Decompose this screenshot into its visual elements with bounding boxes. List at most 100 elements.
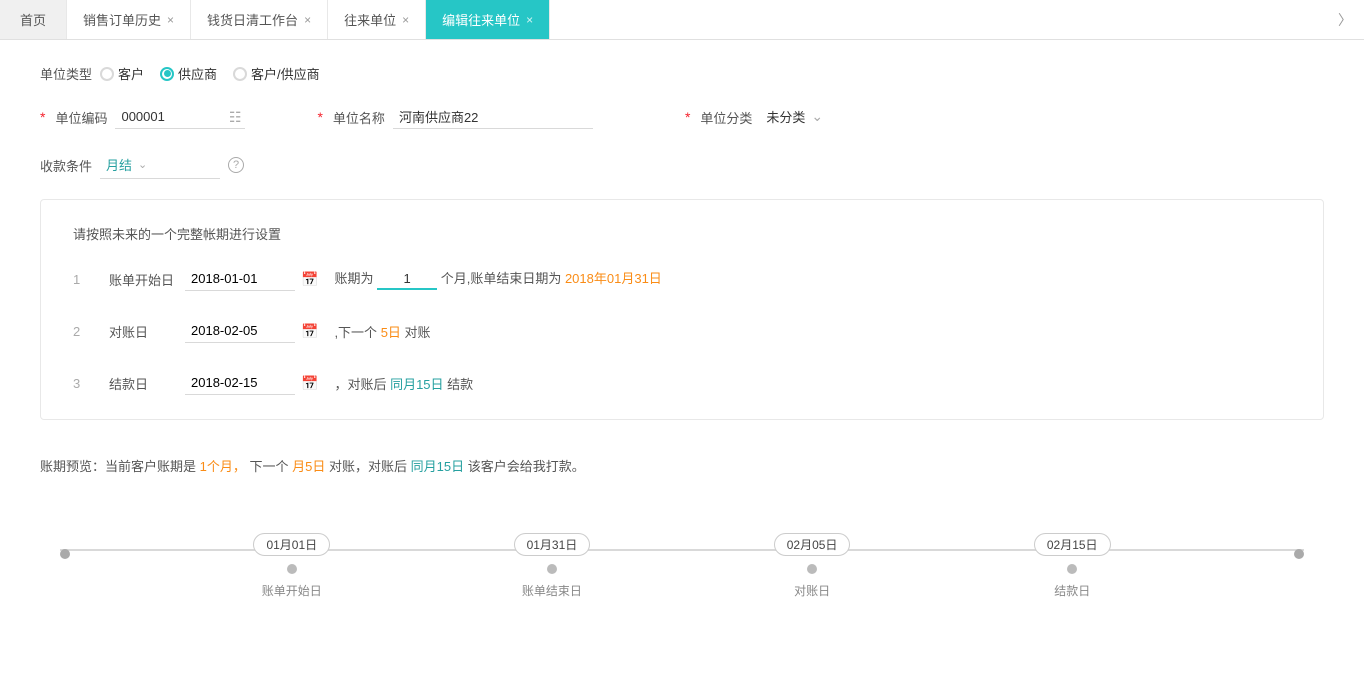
period-label: 账期为 [334,271,373,286]
main-content: 单位类型 客户 供应商 客户/供应商 * 单位编码 [0,40,1364,673]
payment-highlight: 同月15日 [390,377,443,392]
unit-category-field: * 单位分类 未分类 ⌄ [685,103,880,131]
unit-category-value: 未分类 [766,107,805,126]
setting-desc-1: 账期为 个月,账单结束日期为 2018年01月31日 [334,268,661,290]
timeline-node-3: 02月05日 对账日 [774,533,851,599]
timeline-node-1: 01月01日 账单开始日 [253,533,330,599]
close-tab-edit-partner[interactable]: × [526,13,533,27]
setting-desc-2: ,下一个 5日 对账 [334,322,430,341]
settings-card: 请按照未来的一个完整帐期进行设置 1 账单开始日 📅 账期为 个月,账单结束日期… [40,199,1324,420]
reconcile-date-input: 📅 [185,319,318,343]
unit-code-icon[interactable]: ☷ [229,109,242,126]
preview-period: 1个月， [200,459,246,474]
timeline-start-dot [60,549,70,599]
reconcile-suffix: 对账 [405,325,431,340]
unit-code-input-wrap: ☷ [115,105,245,129]
payment-terms-row: 收款条件 月结 ⌄ ? [40,151,1324,179]
unit-name-field: * 单位名称 [317,105,592,129]
setting-row-3: 3 结款日 📅 ，对账后 同月15日 结款 [73,371,1291,395]
timeline-caption-1: 账单开始日 [262,582,322,599]
start-date-value[interactable] [185,267,295,291]
timeline-dot-1 [287,564,297,574]
end-date-highlight: 2018年01月31日 [565,271,662,286]
start-date-input: 📅 [185,267,318,291]
start-date-calendar-icon[interactable]: 📅 [301,271,318,288]
radio-circle-customer [100,67,114,81]
setting-num-1: 1 [73,272,93,287]
setting-label-2: 对账日 [109,322,169,341]
unit-category-required: * [685,109,690,125]
tab-edit-partner[interactable]: 编辑往来单位 × [426,0,550,39]
setting-label-1: 账单开始日 [109,270,169,289]
tab-cash-reconciliation[interactable]: 钱货日清工作台 × [191,0,328,39]
preview-section: 账期预览：当前客户账期是 1个月， 下一个 月5日 对账，对账后 同月15日 该… [40,440,1324,649]
reconcile-date-calendar-icon[interactable]: 📅 [301,323,318,340]
preview-text: 账期预览：当前客户账期是 1个月， 下一个 月5日 对账，对账后 同月15日 该… [40,456,1324,475]
tab-home[interactable]: 首页 [0,0,67,39]
preview-prefix: 账期预览：当前客户账期是 [40,459,196,474]
tab-sales-history[interactable]: 销售订单历史 × [67,0,191,39]
radio-label-customer: 客户 [118,64,144,83]
setting-num-2: 2 [73,324,93,339]
timeline-dot-4 [1067,564,1077,574]
payment-terms-help-icon[interactable]: ? [228,157,244,173]
payment-terms-label: 收款条件 [40,156,92,175]
radio-customer-supplier[interactable]: 客户/供应商 [233,64,320,83]
timeline-badge-1: 01月01日 [253,533,330,556]
radio-customer[interactable]: 客户 [100,64,144,83]
period-suffix: 个月,账单结束日期为 [441,271,562,286]
unit-code-field: * 单位编码 ☷ [40,105,245,129]
timeline-dot-3 [807,564,817,574]
unit-code-input[interactable] [115,105,245,129]
radio-circle-supplier [160,67,174,81]
radio-label-customer-supplier: 客户/供应商 [251,64,320,83]
close-tab-partner-units[interactable]: × [402,13,409,27]
timeline-badge-4: 02月15日 [1034,533,1111,556]
setting-row-1: 1 账单开始日 📅 账期为 个月,账单结束日期为 2018年01月31日 [73,267,1291,291]
timeline-end-circle [1294,549,1304,559]
timeline-end-dot [1294,549,1304,599]
settings-card-title: 请按照未来的一个完整帐期进行设置 [73,224,1291,243]
unit-category-label: 单位分类 [700,108,752,127]
unit-info-row: * 单位编码 ☷ * 单位名称 * 单位分类 未分类 ⌄ [40,103,1324,131]
payment-terms-select[interactable]: 月结 ⌄ [100,151,220,179]
unit-type-row: 单位类型 客户 供应商 客户/供应商 [40,64,1324,83]
tab-partner-units[interactable]: 往来单位 × [328,0,426,39]
tab-expand-icon[interactable]: 〉 [1326,0,1364,39]
unit-name-required: * [317,109,322,125]
timeline-node-2: 01月31日 账单结束日 [514,533,591,599]
payment-terms-chevron-icon: ⌄ [138,158,147,171]
timeline-nodes: 01月01日 账单开始日 01月31日 账单结束日 02月05日 对账日 [60,533,1304,599]
radio-supplier[interactable]: 供应商 [160,64,217,83]
unit-code-label: 单位编码 [55,108,107,127]
unit-name-input[interactable] [393,105,593,129]
reconcile-highlight: 5日 [381,325,401,340]
payment-terms-field: 收款条件 月结 ⌄ ? [40,151,244,179]
radio-label-supplier: 供应商 [178,64,217,83]
payment-prefix: ，对账后 [334,377,386,392]
preview-reconcile-post: 对账，对账后 [329,459,407,474]
close-tab-cash-reconciliation[interactable]: × [304,13,311,27]
reconcile-date-value[interactable] [185,319,295,343]
payment-suffix: 结款 [447,377,473,392]
payment-date-value[interactable] [185,371,295,395]
tab-bar: 首页 销售订单历史 × 钱货日清工作台 × 往来单位 × 编辑往来单位 × 〉 [0,0,1364,40]
setting-label-3: 结款日 [109,374,169,393]
setting-desc-3: ，对账后 同月15日 结款 [334,374,473,393]
close-tab-sales-history[interactable]: × [167,13,174,27]
unit-type-label: 单位类型 [40,64,92,83]
unit-category-select[interactable]: 未分类 ⌄ [760,103,880,131]
payment-terms-value: 月结 [106,155,132,174]
preview-suffix: 该客户会给我打款。 [468,459,585,474]
reconcile-prefix: ,下一个 [334,325,377,340]
timeline-badge-3: 02月05日 [774,533,851,556]
timeline-dot-2 [547,564,557,574]
setting-row-2: 2 对账日 📅 ,下一个 5日 对账 [73,319,1291,343]
setting-num-3: 3 [73,376,93,391]
unit-category-chevron-icon: ⌄ [811,108,823,125]
period-input[interactable] [377,269,437,290]
payment-date-calendar-icon[interactable]: 📅 [301,375,318,392]
timeline-node-4: 02月15日 结款日 [1034,533,1111,599]
timeline-start-circle [60,549,70,559]
preview-reconcile-highlight: 月5日 [292,459,325,474]
